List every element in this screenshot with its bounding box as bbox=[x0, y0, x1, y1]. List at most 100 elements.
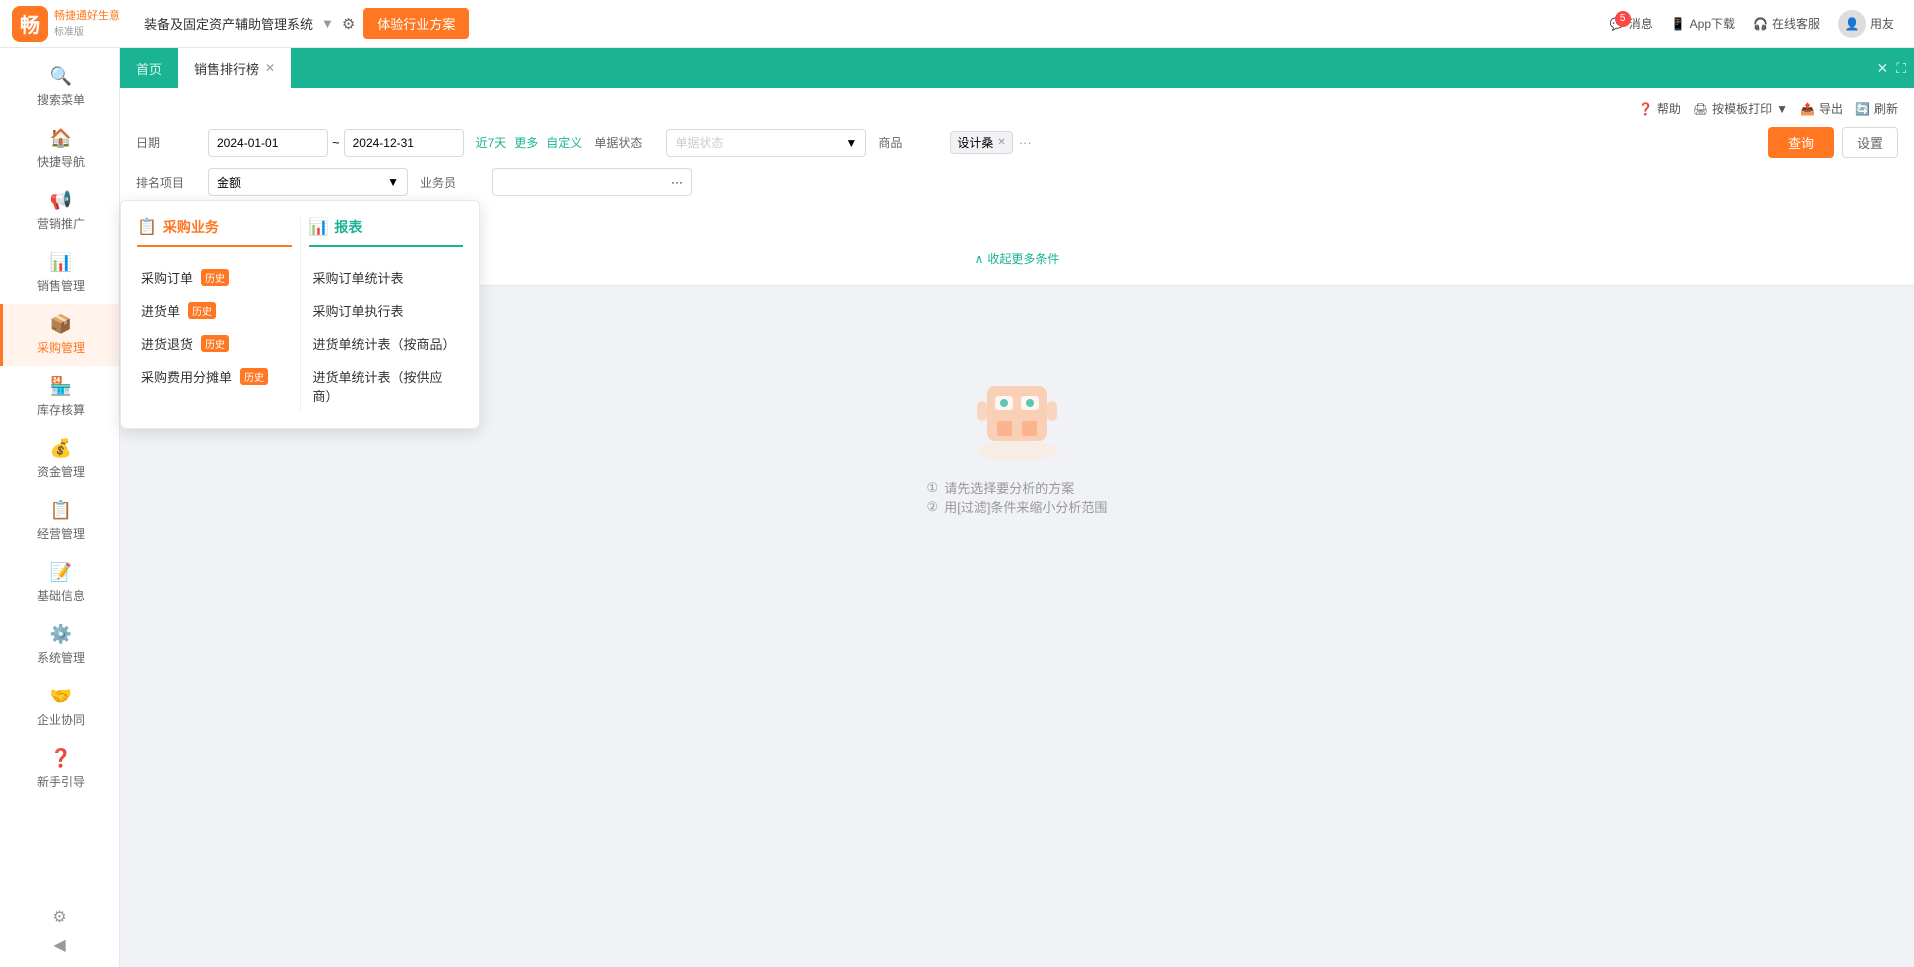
menu-item-goods-received[interactable]: 进货单 历史 bbox=[137, 294, 292, 327]
menu-item-goods-return[interactable]: 进货退货 历史 bbox=[137, 327, 292, 360]
sidebar-item-sales[interactable]: 📊 销售管理 bbox=[0, 242, 119, 304]
system-dropdown-icon[interactable]: ▼ bbox=[321, 16, 334, 31]
message-badge: 5 bbox=[1615, 11, 1631, 27]
print-button[interactable]: 🖨 按模板打印 ▼ bbox=[1693, 100, 1788, 117]
voucher-status-select[interactable]: 单据状态 ▼ bbox=[666, 129, 866, 157]
sidebar-item-search[interactable]: 🔍 搜索菜单 bbox=[0, 56, 119, 118]
refresh-button[interactable]: 🔄 刷新 bbox=[1855, 100, 1898, 117]
guide-icon: ❓ bbox=[50, 748, 72, 769]
logo-icon: 畅 bbox=[12, 6, 48, 42]
tab-close-window-icon[interactable]: ✕ bbox=[1876, 60, 1888, 77]
sidebar-item-corp[interactable]: 🤝 企业协同 bbox=[0, 676, 119, 738]
menu-item-purchase-order[interactable]: 采购订单 历史 bbox=[137, 261, 292, 294]
app-download-item[interactable]: 📱 App下载 bbox=[1671, 15, 1735, 32]
menu-item-purchase-order-stats[interactable]: 采购订单统计表 bbox=[309, 261, 464, 294]
sidebar-item-basic[interactable]: 📝 基础信息 bbox=[0, 552, 119, 614]
help-button[interactable]: ❓ 帮助 bbox=[1638, 100, 1681, 117]
menu-label-purchase-order-exec: 采购订单执行表 bbox=[313, 301, 404, 320]
refresh-label: 刷新 bbox=[1874, 100, 1898, 117]
purchase-business-title: 📋 采购业务 bbox=[137, 217, 292, 247]
sidebar-item-capital[interactable]: 💰 资金管理 bbox=[0, 428, 119, 490]
sidebar-collapse-btn[interactable]: ◀ bbox=[53, 935, 65, 955]
menu-item-purchase-expense[interactable]: 采购费用分摊单 历史 bbox=[137, 360, 292, 393]
user-label: 用友 bbox=[1870, 15, 1894, 32]
voucher-status-dropdown-icon: ▼ bbox=[845, 136, 857, 150]
logo-area: 畅 畅捷通好生意 标准版 bbox=[12, 6, 132, 42]
online-service-item[interactable]: 🎧 在线客服 bbox=[1753, 15, 1820, 32]
reports-col: 📊 报表 采购订单统计表 采购订单执行表 进货单统计表（按商品） 进货单统计表（… bbox=[309, 217, 464, 412]
filter-row-2: 排名项目 金额 ▼ 业务员 ··· bbox=[136, 168, 1898, 196]
sidebar-item-marketing[interactable]: 📢 营销推广 bbox=[0, 180, 119, 242]
toolbar-right: ❓ 帮助 🖨 按模板打印 ▼ 📤 导出 🔄 刷新 bbox=[136, 100, 1898, 117]
sidebar-item-inventory[interactable]: 🏪 库存核算 bbox=[0, 366, 119, 428]
tab-bar: 首页 销售排行榜 ✕ ✕ ⛶ bbox=[120, 48, 1914, 88]
export-button[interactable]: 📤 导出 bbox=[1800, 100, 1843, 117]
date-link-7days[interactable]: 近7天 bbox=[476, 134, 507, 151]
corp-icon: 🤝 bbox=[50, 686, 72, 707]
user-avatar: 👤 bbox=[1838, 10, 1866, 38]
salesperson-more-icon[interactable]: ··· bbox=[671, 175, 683, 189]
tab-close-icon[interactable]: ✕ bbox=[265, 61, 275, 75]
date-range: ~ bbox=[208, 129, 464, 157]
hist-badge-0: 历史 bbox=[201, 269, 229, 286]
menu-item-goods-by-product[interactable]: 进货单统计表（按商品） bbox=[309, 327, 464, 360]
tab-home[interactable]: 首页 bbox=[120, 48, 178, 88]
settings-button[interactable]: 设置 bbox=[1842, 127, 1898, 158]
sidebar-item-guide[interactable]: ❓ 新手引导 bbox=[0, 738, 119, 800]
sidebar-bottom: ⚙ ◀ bbox=[0, 907, 119, 967]
purchase-icon: 📦 bbox=[50, 314, 72, 335]
empty-hint-2: 用[过滤]条件来缩小分析范围 bbox=[944, 497, 1107, 516]
date-start-input[interactable] bbox=[208, 129, 328, 157]
operations-icon: 📋 bbox=[50, 500, 72, 521]
print-label: 按模板打印 bbox=[1712, 100, 1772, 117]
product-tag: 设计桑 ✕ bbox=[950, 131, 1012, 154]
hist-badge-2: 历史 bbox=[201, 335, 229, 352]
message-label: 消息 bbox=[1629, 15, 1653, 32]
sidebar-label-operations: 经营管理 bbox=[37, 525, 85, 542]
rank-label: 排名项目 bbox=[136, 174, 196, 191]
product-more-icon[interactable]: ··· bbox=[1019, 135, 1032, 150]
menu-item-goods-by-supplier[interactable]: 进货单统计表（按供应商） bbox=[309, 360, 464, 412]
product-tag-close[interactable]: ✕ bbox=[997, 137, 1005, 148]
logo-sub: 标准版 bbox=[54, 23, 120, 38]
sidebar-item-operations[interactable]: 📋 经营管理 bbox=[0, 490, 119, 552]
system-icon: ⚙️ bbox=[50, 624, 72, 645]
top-header: 畅 畅捷通好生意 标准版 装备及固定资产辅助管理系统 ▼ ⚙ 体验行业方案 💬 … bbox=[0, 0, 1914, 48]
sidebar-item-system[interactable]: ⚙️ 系统管理 bbox=[0, 614, 119, 676]
system-title: 装备及固定资产辅助管理系统 bbox=[144, 14, 313, 33]
mobile-icon: 📱 bbox=[1671, 17, 1686, 31]
menu-label-goods-by-product: 进货单统计表（按商品） bbox=[313, 334, 456, 353]
salesperson-label: 业务员 bbox=[420, 174, 480, 191]
sidebar-label-quick-nav: 快捷导航 bbox=[37, 153, 85, 170]
tab-maximize-icon[interactable]: ⛶ bbox=[1896, 60, 1906, 77]
date-link-more[interactable]: 更多 bbox=[514, 134, 538, 151]
query-button[interactable]: 查询 bbox=[1768, 127, 1834, 158]
trial-button[interactable]: 体验行业方案 bbox=[363, 8, 469, 39]
sidebar-label-search: 搜索菜单 bbox=[37, 91, 85, 108]
sidebar-item-quick-nav[interactable]: 🏠 快捷导航 bbox=[0, 118, 119, 180]
hist-badge-3: 历史 bbox=[240, 368, 268, 385]
tab-sales-ranking[interactable]: 销售排行榜 ✕ bbox=[178, 48, 291, 88]
sidebar-item-purchase[interactable]: 📦 采购管理 bbox=[0, 304, 119, 366]
system-gear-icon[interactable]: ⚙ bbox=[342, 15, 355, 33]
salesperson-select[interactable]: ··· bbox=[492, 168, 692, 196]
user-area[interactable]: 👤 用友 bbox=[1838, 10, 1894, 38]
empty-illustration bbox=[957, 366, 1077, 466]
help-label: 帮助 bbox=[1657, 100, 1681, 117]
sidebar-label-sales: 销售管理 bbox=[37, 277, 85, 294]
date-link-custom[interactable]: 自定义 bbox=[546, 134, 582, 151]
filter-row-1: 日期 ~ 近7天 更多 自定义 单据状态 单据状态 ▼ 商品 设计桑 ✕ bbox=[136, 127, 1898, 158]
menu-label-purchase-expense: 采购费用分摊单 bbox=[141, 367, 232, 386]
sidebar-settings-btn[interactable]: ⚙ bbox=[52, 907, 66, 927]
sidebar-label-marketing: 营销推广 bbox=[37, 215, 85, 232]
sidebar-label-purchase: 采购管理 bbox=[37, 339, 85, 356]
collapse-arrow-icon: ∧ bbox=[975, 252, 984, 266]
print-dropdown-icon[interactable]: ▼ bbox=[1776, 102, 1788, 116]
rank-select[interactable]: 金额 ▼ bbox=[208, 168, 408, 196]
menu-item-purchase-order-exec[interactable]: 采购订单执行表 bbox=[309, 294, 464, 327]
menu-label-purchase-order: 采购订单 bbox=[141, 268, 193, 287]
date-end-input[interactable] bbox=[344, 129, 464, 157]
sales-icon: 📊 bbox=[50, 252, 72, 273]
online-service-label: 在线客服 bbox=[1772, 15, 1820, 32]
message-item[interactable]: 💬 5 消息 bbox=[1610, 15, 1653, 32]
